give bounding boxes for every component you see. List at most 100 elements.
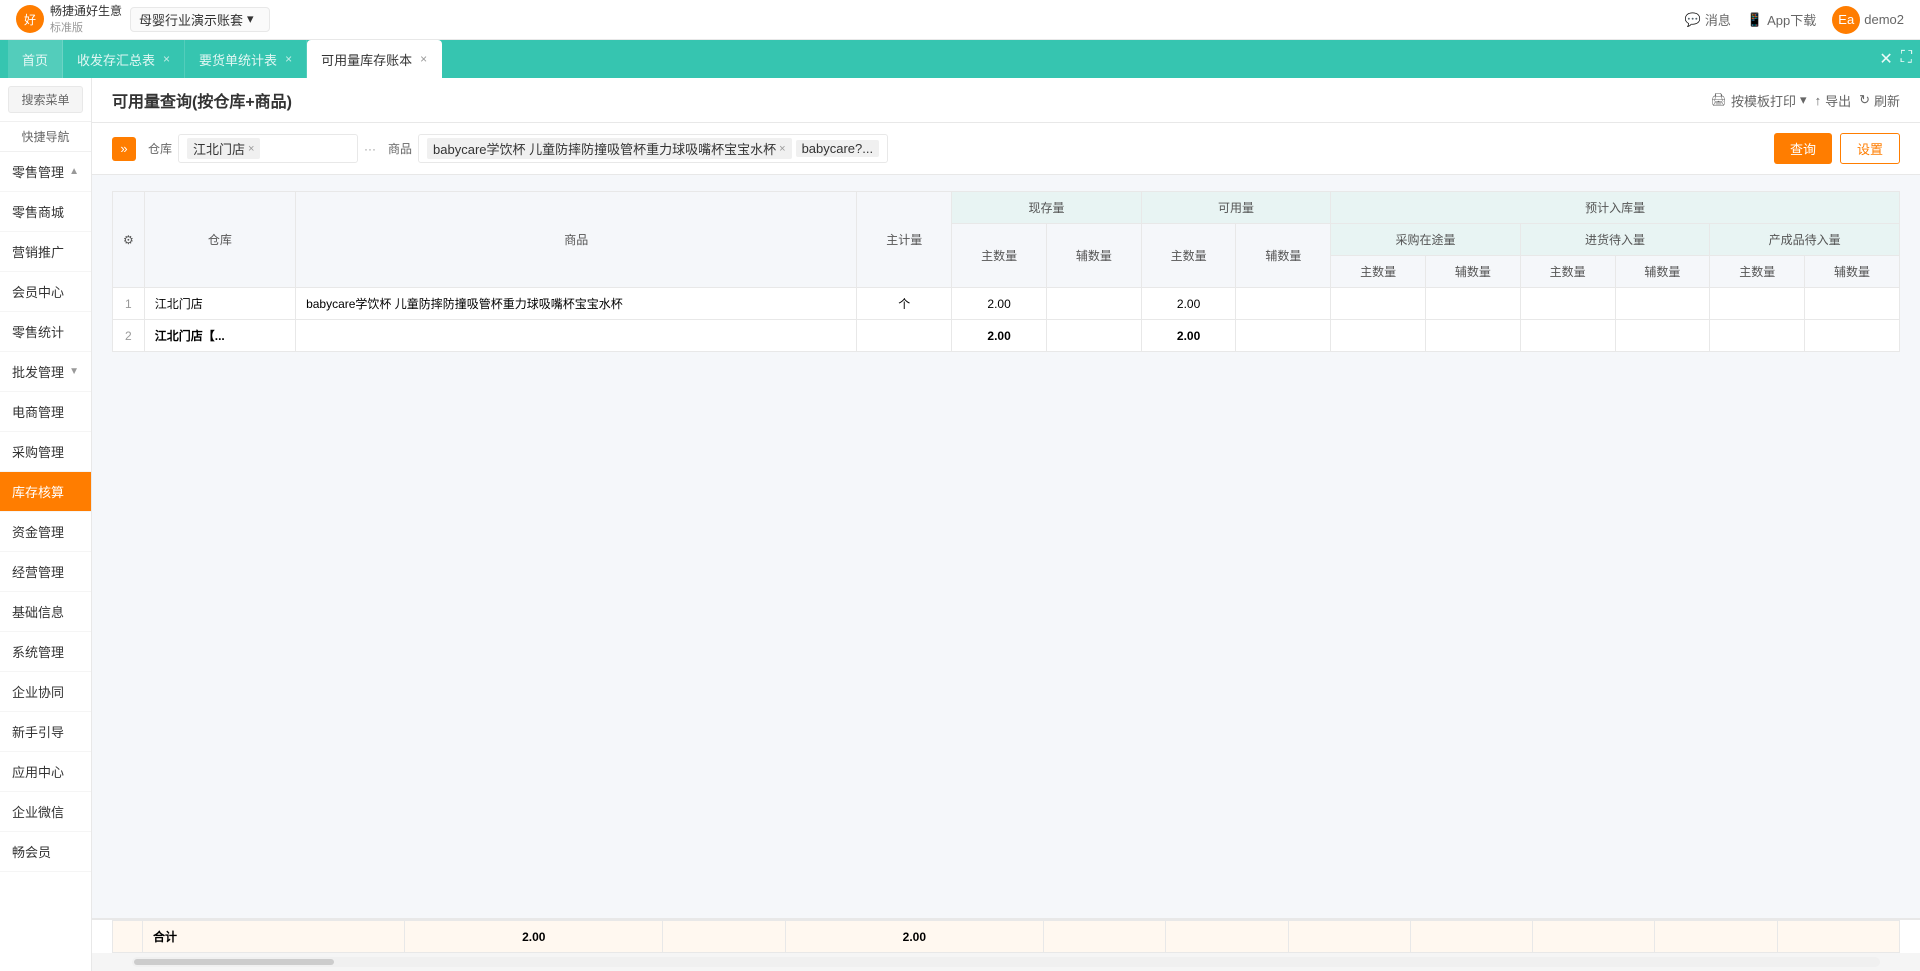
cell-incoming-main-0 [1520, 288, 1615, 320]
sidebar-item-purchase-mgmt[interactable]: 采购管理 [0, 432, 91, 472]
sidebar-item-marketing[interactable]: 营销推广 [0, 232, 91, 272]
th-stock-main: 主数量 [952, 224, 1047, 288]
refresh-btn[interactable]: ↻ 刷新 [1859, 91, 1900, 110]
filter-actions: 查询 设置 [1774, 133, 1900, 164]
footer-empty-settings [113, 921, 143, 953]
product-filter-input[interactable]: babycare学饮杯 儿童防摔防撞吸管杯重力球吸嘴杯宝宝水杯 × babyca… [418, 134, 888, 163]
scroll-thumb[interactable] [134, 959, 334, 965]
sidebar-item-app-center[interactable]: 应用中心 [0, 752, 91, 792]
th-purchase-transit-main: 主数量 [1331, 256, 1426, 288]
message-btn[interactable]: 💬 消息 [1685, 10, 1731, 29]
warehouse-filter-more[interactable]: ··· [364, 142, 376, 156]
search-menu-btn[interactable]: 搜索菜单 [8, 86, 83, 113]
footer-product-aux [1777, 921, 1899, 953]
message-icon: 💬 [1685, 12, 1701, 28]
cell-avail-aux-0 [1236, 288, 1331, 320]
data-table: ⚙ 仓库 商品 主计量 现存量 可用量 预计入库量 主数量 辅数量 主数量 辅数… [112, 191, 1900, 352]
sidebar-item-newbie[interactable]: 新手引导 [0, 712, 91, 752]
app-download-label: App下载 [1767, 10, 1816, 29]
tab-order-stats-close[interactable]: × [285, 52, 292, 66]
fullscreen-btn[interactable]: ⛶ [1901, 49, 1912, 69]
tab-available-stock-label: 可用量库存账本 [321, 50, 412, 69]
print-icon: 🖨 [1711, 92, 1728, 108]
cell-product-main-0 [1710, 288, 1805, 320]
user-btn[interactable]: Ea demo2 [1832, 6, 1904, 34]
chevron-icon-wholesale: ▼ [69, 366, 79, 377]
th-settings[interactable]: ⚙ [113, 192, 145, 288]
cell-stock-aux-1 [1046, 320, 1141, 352]
sidebar-item-wholesale-mgmt[interactable]: 批发管理 ▼ [0, 352, 91, 392]
sidebar-quick-nav[interactable]: 快捷导航 [0, 122, 91, 152]
sidebar-item-finance[interactable]: 资金管理 [0, 512, 91, 552]
sidebar-item-system[interactable]: 系统管理 [0, 632, 91, 672]
filter-expand-btn[interactable]: » [112, 137, 136, 161]
refresh-label: 刷新 [1874, 91, 1900, 110]
warehouse-tag-0: 江北门店 × [187, 138, 260, 159]
th-product-aux: 辅数量 [1805, 256, 1900, 288]
warehouse-tag-close[interactable]: × [248, 143, 254, 155]
cell-stock-aux-0 [1046, 288, 1141, 320]
cell-unit-1 [857, 320, 952, 352]
product-tag-text-0: babycare学饮杯 儿童防摔防撞吸管杯重力球吸嘴杯宝宝水杯 [433, 139, 776, 158]
sidebar-item-enterprise-label: 企业协同 [12, 682, 64, 701]
product-filter-group: 商品 babycare学饮杯 儿童防摔防撞吸管杯重力球吸嘴杯宝宝水杯 × bab… [388, 134, 888, 163]
product-tag-close-0[interactable]: × [779, 143, 785, 155]
top-bar-right: 💬 消息 📱 App下载 Ea demo2 [1685, 6, 1904, 34]
product-filter-label: 商品 [388, 140, 412, 157]
page-title: 可用量查询(按仓库+商品) [112, 88, 292, 112]
tab-receive-send-close[interactable]: × [163, 52, 170, 66]
cell-purchase-aux-0 [1426, 288, 1521, 320]
cell-num-0: 1 [113, 288, 145, 320]
cell-product-main-1 [1710, 320, 1805, 352]
th-stock-aux: 辅数量 [1046, 224, 1141, 288]
footer-avail-main: 2.00 [785, 921, 1043, 953]
tab-available-stock-close[interactable]: × [420, 52, 427, 66]
cell-incoming-aux-0 [1615, 288, 1710, 320]
tab-home[interactable]: 首页 [8, 40, 63, 78]
logo-text-area: 畅捷通好生意 标准版 [50, 4, 122, 34]
tab-receive-send[interactable]: 收发存汇总表 × [63, 40, 185, 78]
logo-sub: 标准版 [50, 19, 122, 35]
sidebar-item-basics-label: 基础信息 [12, 602, 64, 621]
export-btn[interactable]: ↑ 导出 [1815, 91, 1852, 110]
user-name: demo2 [1864, 12, 1904, 27]
template-print-btn[interactable]: 🖨 按模板打印 ▾ [1711, 91, 1807, 110]
warehouse-filter-input[interactable]: 江北门店 × [178, 134, 358, 163]
cell-purchase-main-1 [1331, 320, 1426, 352]
warehouse-tag-text: 江北门店 [193, 139, 245, 158]
sidebar-item-ecommerce[interactable]: 电商管理 [0, 392, 91, 432]
export-label: 导出 [1825, 91, 1851, 110]
sidebar-item-retail-mgmt[interactable]: 零售管理 ▲ [0, 152, 91, 192]
th-current-stock: 现存量 [952, 192, 1142, 224]
sidebar-item-enterprise[interactable]: 企业协同 [0, 672, 91, 712]
sidebar-item-member-center[interactable]: 会员中心 [0, 272, 91, 312]
query-button[interactable]: 查询 [1774, 133, 1832, 164]
th-avail-aux: 辅数量 [1236, 224, 1331, 288]
industry-selector[interactable]: 母婴行业演示账套 ▾ [130, 7, 270, 32]
sidebar-item-retail-stats[interactable]: 零售统计 [0, 312, 91, 352]
tab-order-stats[interactable]: 要货单统计表 × [185, 40, 307, 78]
sidebar-item-inventory[interactable]: 库存核算 [0, 472, 91, 512]
app-download-btn[interactable]: 📱 App下载 [1747, 10, 1816, 29]
scroll-bar-area [92, 953, 1920, 971]
nav-tabs: 首页 收发存汇总表 × 要货单统计表 × 可用量库存账本 × ✕ ⛶ [0, 40, 1920, 78]
settings-button[interactable]: 设置 [1840, 133, 1900, 164]
sidebar-item-purchase-mgmt-label: 采购管理 [12, 442, 64, 461]
sidebar-item-retail-mgmt-label: 零售管理 [12, 162, 64, 181]
message-label: 消息 [1705, 10, 1731, 29]
tab-available-stock[interactable]: 可用量库存账本 × [307, 40, 442, 78]
sidebar-item-retail-stats-label: 零售统计 [12, 322, 64, 341]
close-all-btn[interactable]: ✕ [1879, 49, 1892, 69]
sidebar-item-basics[interactable]: 基础信息 [0, 592, 91, 632]
th-product-main: 主数量 [1710, 256, 1805, 288]
footer-avail-aux [1044, 921, 1166, 953]
horizontal-scrollbar[interactable] [132, 957, 1880, 967]
table-row: 1 江北门店 babycare学饮杯 儿童防摔防撞吸管杯重力球吸嘴杯宝宝水杯 个… [113, 288, 1900, 320]
logo-area: 好 畅捷通好生意 标准版 [16, 4, 122, 34]
sidebar-item-enterprise-wx[interactable]: 企业微信 [0, 792, 91, 832]
sidebar-item-operations[interactable]: 经营管理 [0, 552, 91, 592]
footer-row: 合计 2.00 2.00 [113, 921, 1900, 953]
sidebar-item-retail-mall[interactable]: 零售商城 [0, 192, 91, 232]
sidebar-item-vip[interactable]: 畅会员 [0, 832, 91, 872]
table-footer: 合计 2.00 2.00 [92, 918, 1920, 953]
